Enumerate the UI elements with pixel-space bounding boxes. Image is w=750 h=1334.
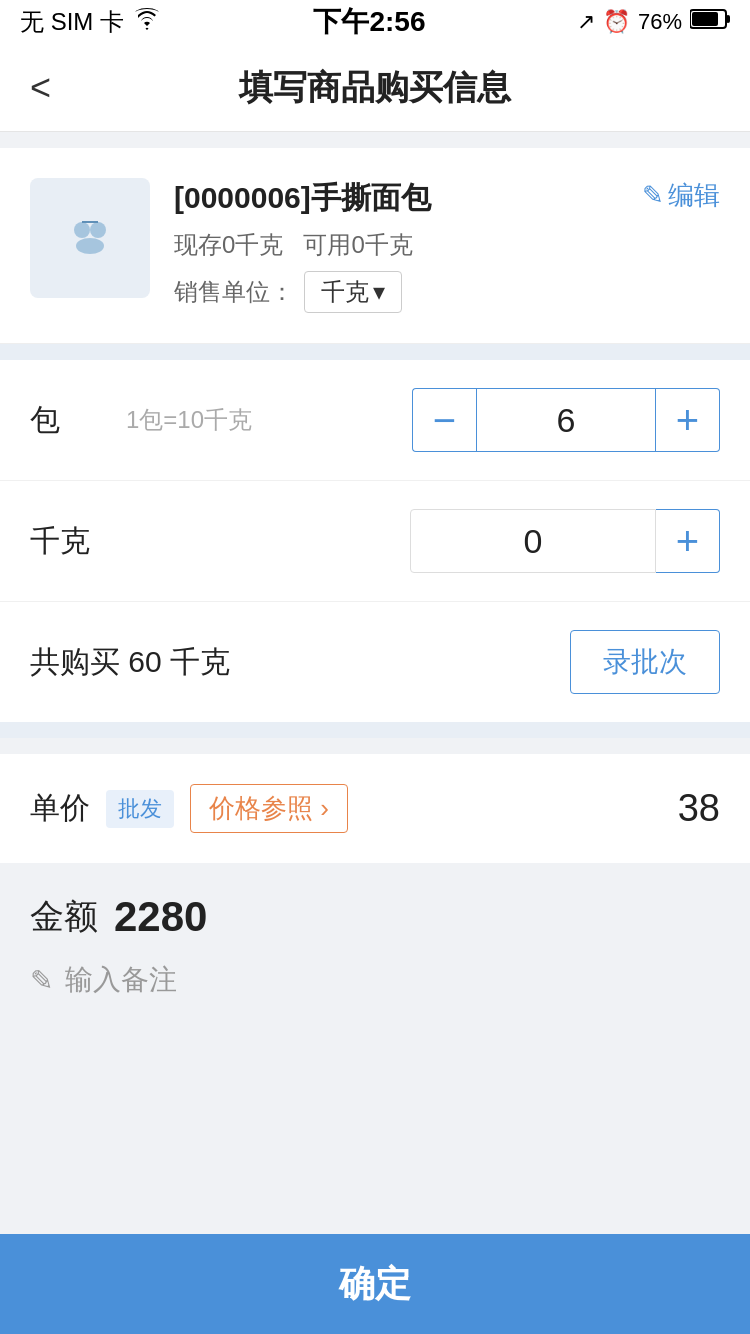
price-tag: 批发	[106, 790, 174, 828]
product-card: [0000006]手撕面包 现存0千克 可用0千克 销售单位： 千克 ▾ ✎ 编…	[0, 148, 750, 344]
price-reference-button[interactable]: 价格参照 ›	[190, 784, 348, 833]
wifi-icon	[132, 8, 162, 36]
price-row: 单价 批发 价格参照 › 38	[30, 784, 720, 833]
amount-section: 金额 2280 ✎ 输入备注	[0, 863, 750, 1009]
kg-quantity-input[interactable]	[410, 509, 656, 573]
total-row: 共购买 60 千克 录批次	[0, 602, 750, 722]
section-divider-2	[0, 722, 750, 738]
kg-row: 千克 +	[0, 481, 750, 602]
bag-label: 包	[30, 400, 110, 441]
svg-rect-2	[692, 12, 718, 26]
edit-button[interactable]: ✎ 编辑	[642, 178, 720, 213]
svg-point-5	[76, 238, 104, 254]
bag-quantity-input[interactable]	[476, 388, 656, 452]
edit-icon: ✎	[642, 180, 664, 211]
input-section: 包 1包=10千克 − + 千克 +	[0, 360, 750, 602]
product-image	[30, 178, 150, 298]
remark-placeholder: 输入备注	[65, 961, 177, 999]
location-icon: ↗	[577, 9, 595, 35]
unit-select[interactable]: 千克 ▾	[304, 271, 402, 313]
product-unit: 销售单位： 千克 ▾	[174, 271, 618, 313]
batch-button[interactable]: 录批次	[570, 630, 720, 694]
bag-increment-button[interactable]: +	[656, 388, 720, 452]
status-right: ↗ ⏰ 76%	[577, 8, 730, 36]
bag-decrement-button[interactable]: −	[412, 388, 476, 452]
dropdown-icon: ▾	[373, 278, 385, 306]
status-bar: 无 SIM 卡 下午2:56 ↗ ⏰ 76%	[0, 0, 750, 44]
bag-control: − +	[412, 388, 720, 452]
price-label: 单价	[30, 788, 90, 829]
battery-icon	[690, 8, 730, 36]
amount-label: 金额	[30, 894, 98, 940]
remark-row[interactable]: ✎ 输入备注	[30, 961, 720, 999]
kg-control: +	[410, 509, 720, 573]
bag-hint: 1包=10千克	[126, 404, 396, 436]
svg-rect-1	[726, 15, 730, 23]
amount-row: 金额 2280	[30, 893, 720, 941]
edit-remark-icon: ✎	[30, 964, 53, 997]
svg-point-4	[90, 222, 106, 238]
product-stock: 现存0千克 可用0千克	[174, 229, 618, 261]
svg-point-3	[74, 222, 90, 238]
confirm-button-label: 确定	[339, 1260, 411, 1309]
back-button[interactable]: <	[30, 67, 51, 109]
bag-row: 包 1包=10千克 − +	[0, 360, 750, 481]
product-info: [0000006]手撕面包 现存0千克 可用0千克 销售单位： 千克 ▾	[174, 178, 618, 313]
amount-value: 2280	[114, 893, 207, 941]
kg-label: 千克	[30, 521, 110, 562]
carrier-label: 无 SIM 卡	[20, 6, 124, 38]
price-section: 单价 批发 价格参照 › 38	[0, 754, 750, 863]
product-name: [0000006]手撕面包	[174, 178, 618, 219]
confirm-button[interactable]: 确定	[0, 1234, 750, 1334]
section-divider-1	[0, 344, 750, 360]
alarm-icon: ⏰	[603, 9, 630, 35]
price-value: 38	[678, 787, 720, 830]
status-left: 无 SIM 卡	[20, 6, 162, 38]
status-time: 下午2:56	[313, 3, 425, 41]
total-label: 共购买 60 千克	[30, 642, 230, 683]
battery-label: 76%	[638, 9, 682, 35]
kg-increment-button[interactable]: +	[656, 509, 720, 573]
nav-bar: < 填写商品购买信息	[0, 44, 750, 132]
page-title: 填写商品购买信息	[239, 65, 511, 111]
